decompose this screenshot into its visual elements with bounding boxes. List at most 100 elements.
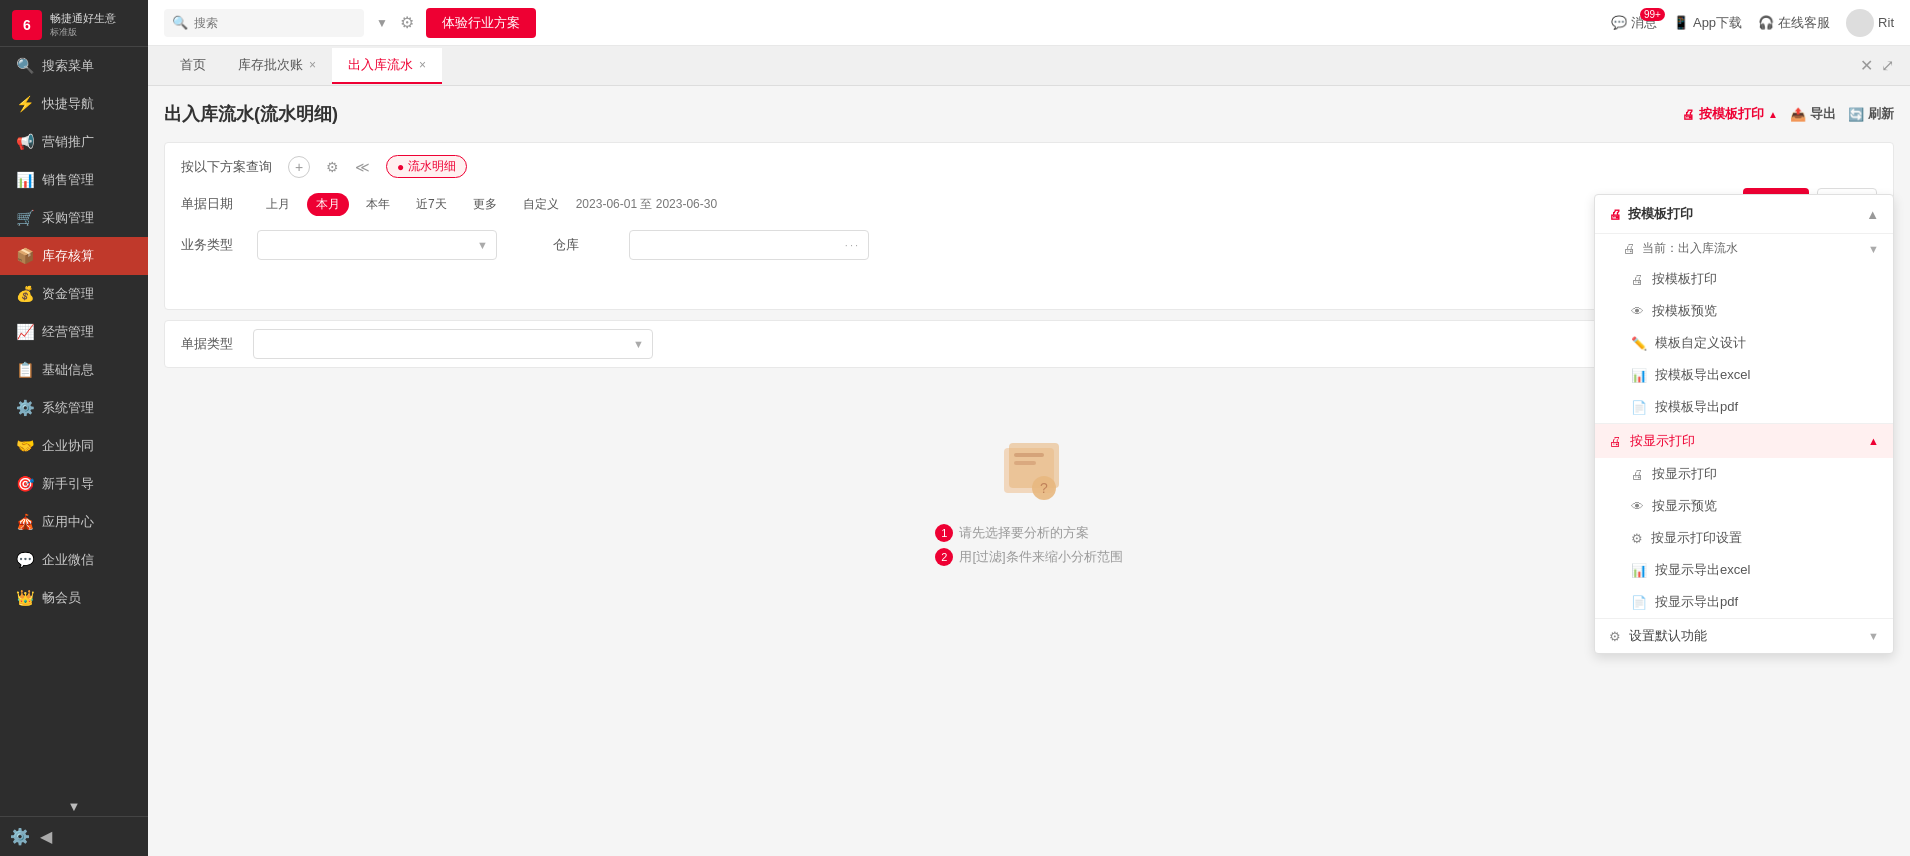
filter-tag-label: 流水明细 [408,158,456,175]
sidebar-item-member[interactable]: 👑 畅会员 [0,579,148,617]
print-template-button[interactable]: 🖨 按模板打印 ▲ [1682,105,1778,123]
display-excel-icon: 📊 [1631,563,1647,578]
online-service-label: 在线客服 [1778,14,1830,32]
search-dropdown-icon[interactable]: ▼ [376,16,388,30]
sidebar-item-enterprise[interactable]: 🤝 企业协同 [0,427,148,465]
sidebar-item-system[interactable]: ⚙️ 系统管理 [0,389,148,427]
display-section-header[interactable]: 🖨 按显示打印 ▲ [1595,424,1893,458]
date-current-month[interactable]: 本月 [307,193,349,216]
display-print-settings-item[interactable]: ⚙ 按显示打印设置 [1595,522,1893,554]
display-preview-icon: 👁 [1631,499,1644,514]
template-print-item[interactable]: 🖨 按模板打印 [1595,263,1893,295]
set-default-button[interactable]: ⚙ 设置默认功能 [1609,627,1707,645]
template-print-icon: 🖨 [1631,272,1644,287]
template-preview-item[interactable]: 👁 按模板预览 [1595,295,1893,327]
display-export-pdf-item[interactable]: 📄 按显示导出pdf [1595,586,1893,618]
page-title: 出入库流水(流水明细) [164,102,338,126]
sidebar-item-search[interactable]: 🔍 搜索菜单 [0,47,148,85]
sidebar-item-operations[interactable]: 📈 经营管理 [0,313,148,351]
online-service-button[interactable]: 🎧 在线客服 [1758,14,1830,32]
app-download-button[interactable]: 📱 App下载 [1673,14,1742,32]
sidebar-item-inventory[interactable]: 📦 库存核算 [0,237,148,275]
dropdown-title-text: 按模板打印 [1628,205,1693,223]
dropdown-collapse-icon[interactable]: ▲ [1866,207,1879,222]
display-export-excel-item[interactable]: 📊 按显示导出excel [1595,554,1893,586]
user-avatar-button[interactable]: Rit [1846,9,1894,37]
sidebar-item-app-center[interactable]: 🎪 应用中心 [0,503,148,541]
tab-batch[interactable]: 库存批次账 × [222,48,332,84]
window-close-btn[interactable]: ✕ [1860,56,1873,75]
sidebar-item-purchase[interactable]: 🛒 采购管理 [0,199,148,237]
sidebar-item-wechat[interactable]: 💬 企业微信 [0,541,148,579]
warehouse-more-icon: ··· [845,239,860,251]
search-icon: 🔍 [172,15,188,30]
sidebar-item-label: 企业协同 [42,437,94,455]
app-download-icon: 📱 [1673,15,1689,30]
filter-collapse-icon[interactable]: ≪ [355,159,370,175]
collapse-icon[interactable]: ◀ [40,827,52,846]
template-preview-label: 按模板预览 [1652,302,1717,320]
print-label: 按模板打印 [1699,105,1764,123]
sidebar-bottom: ⚙️ ◀ [0,816,148,856]
set-default-label: 设置默认功能 [1629,627,1707,645]
date-last-month[interactable]: 上月 [257,193,299,216]
sidebar-scroll-down[interactable]: ▼ [0,797,148,816]
empty-step-2: 2 用[过滤]条件来缩小分析范围 [935,548,1122,566]
window-max-btn[interactable]: ⤢ [1881,56,1894,75]
display-export-pdf-label: 按显示导出pdf [1655,593,1738,611]
page-title-row: 出入库流水(流水明细) 🖨 按模板打印 ▲ 📤 导出 🔄 刷新 [164,102,1894,126]
warehouse-label: 仓库 [553,236,613,254]
dropdown-current-item: 🖨 当前：出入库流水 ▼ [1595,234,1893,263]
sidebar-item-label: 库存核算 [42,247,94,265]
sidebar: 6 畅捷通好生意 标准版 🔍 搜索菜单 ⚡ 快捷导航 📢 营销推广 📊 销售管理… [0,0,148,856]
set-default-icon: ⚙ [1609,629,1621,644]
sidebar-item-basic-info[interactable]: 📋 基础信息 [0,351,148,389]
headset-icon: 🎧 [1758,15,1774,30]
template-export-excel-item[interactable]: 📊 按模板导出excel [1595,359,1893,391]
tab-flow-close[interactable]: × [419,58,426,72]
topbar-settings-icon[interactable]: ⚙ [400,13,414,32]
sidebar-item-label: 应用中心 [42,513,94,531]
template-custom-item[interactable]: ✏️ 模板自定义设计 [1595,327,1893,359]
date-current-year[interactable]: 本年 [357,193,399,216]
filter-config-icon[interactable]: ⚙ [326,159,339,175]
sidebar-item-guide[interactable]: 🎯 新手引导 [0,465,148,503]
display-section: 🖨 按显示打印 ▲ 🖨 按显示打印 👁 按显示预览 ⚙ 按显示打印设置 [1595,424,1893,619]
sidebar-item-marketing[interactable]: 📢 营销推广 [0,123,148,161]
message-button[interactable]: 💬 消息 99+ [1611,14,1657,32]
tab-batch-close[interactable]: × [309,58,316,72]
sidebar-item-quick-nav[interactable]: ⚡ 快捷导航 [0,85,148,123]
footer-arrow-icon: ▼ [1868,630,1879,642]
display-settings-icon: ⚙ [1631,531,1643,546]
filter-add-button[interactable]: + [288,156,310,178]
export-button[interactable]: 📤 导出 [1790,105,1836,123]
search-input[interactable] [194,16,356,30]
topbar-right: 💬 消息 99+ 📱 App下载 🎧 在线客服 Rit [1611,9,1894,37]
doc-type-select[interactable]: ▼ [253,329,653,359]
template-print-label: 按模板打印 [1652,270,1717,288]
business-type-dropdown-icon: ▼ [477,239,488,251]
warehouse-select[interactable]: ··· [629,230,869,260]
doc-type-label: 单据类型 [181,335,241,353]
search-bar[interactable]: 🔍 [164,9,364,37]
tab-flow[interactable]: 出入库流水 × [332,48,442,84]
business-type-select[interactable]: ▼ [257,230,497,260]
display-section-left: 🖨 按显示打印 [1609,432,1695,450]
trial-button[interactable]: 体验行业方案 [426,8,536,38]
settings-icon[interactable]: ⚙️ [10,827,30,846]
template-export-pdf-item[interactable]: 📄 按模板导出pdf [1595,391,1893,423]
tab-home[interactable]: 首页 [164,48,222,84]
sidebar-item-sales[interactable]: 📊 销售管理 [0,161,148,199]
display-preview-item[interactable]: 👁 按显示预览 [1595,490,1893,522]
date-last-7-days[interactable]: 近7天 [407,193,456,216]
sidebar-item-finance[interactable]: 💰 资金管理 [0,275,148,313]
date-label: 单据日期 [181,195,241,213]
date-more[interactable]: 更多 [464,193,506,216]
refresh-button[interactable]: 🔄 刷新 [1848,105,1894,123]
svg-text:?: ? [1040,480,1048,496]
empty-step-1: 1 请先选择要分析的方案 [935,524,1122,542]
refresh-icon: 🔄 [1848,107,1864,122]
display-print-item[interactable]: 🖨 按显示打印 [1595,458,1893,490]
step-1-text: 请先选择要分析的方案 [959,524,1089,542]
date-custom[interactable]: 自定义 [514,193,568,216]
